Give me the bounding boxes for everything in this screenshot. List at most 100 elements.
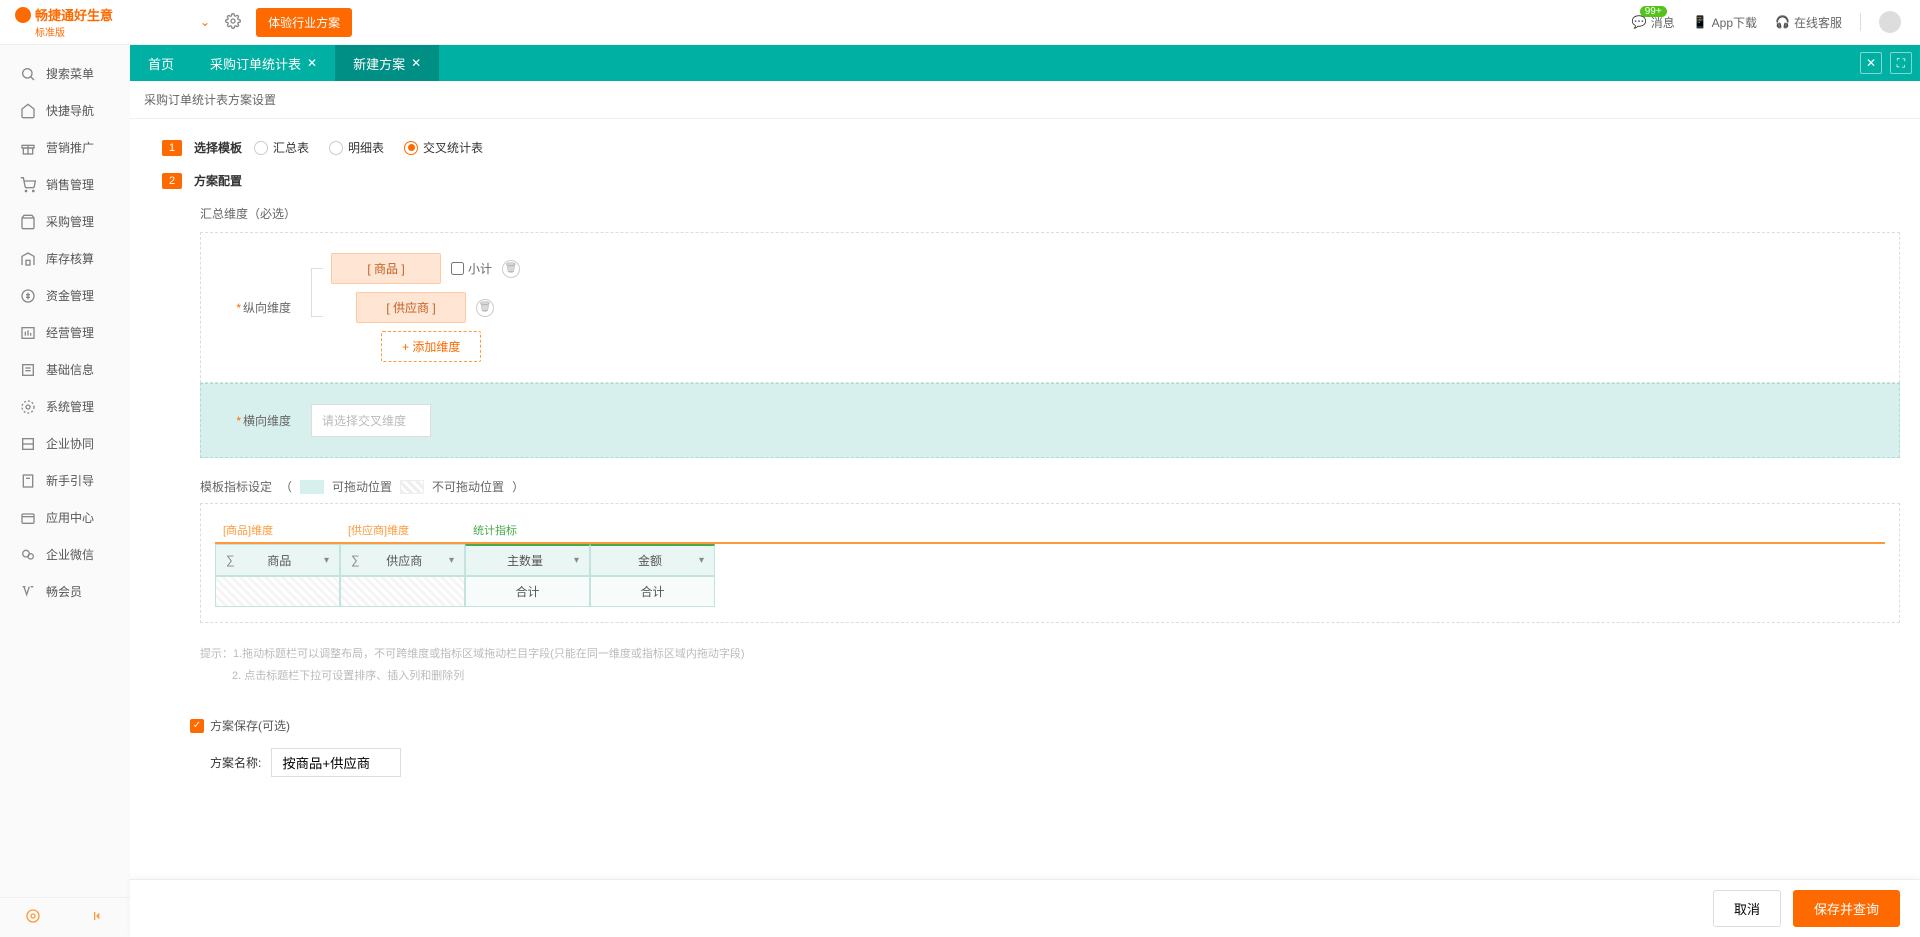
sidebar-item-label: 经营管理 [46,324,94,341]
sidebar-item-12[interactable]: 应用中心 [0,499,130,536]
messages-button[interactable]: 💬 消息 99+ [1632,14,1675,31]
tab-0[interactable]: 首页 [130,45,192,81]
add-dimension-button[interactable]: + 添加维度 [381,331,481,362]
sidebar-item-label: 基础信息 [46,361,94,378]
chevron-down-icon[interactable]: ⌄ [200,15,210,29]
total-cell-empty [215,576,340,607]
template-radio-2[interactable]: 交叉统计表 [404,139,483,156]
experience-plan-button[interactable]: 体验行业方案 [256,8,352,37]
avatar-icon [1879,11,1901,33]
sidebar-item-label: 采购管理 [46,213,94,230]
chevron-down-icon[interactable]: ▾ [574,555,579,566]
app-header: 畅捷通好生意 标准版 ⌄ 体验行业方案 💬 消息 99+ 📱 App下载 🎧 在… [0,0,1920,45]
info-icon [20,362,36,378]
sidebar-item-13[interactable]: 企业微信 [0,536,130,573]
tab-2[interactable]: 新建方案✕ [335,45,439,81]
money-icon [20,288,36,304]
close-all-tabs-button[interactable]: ✕ [1860,52,1882,74]
close-icon[interactable]: ✕ [411,56,421,70]
online-service-button[interactable]: 🎧 在线客服 [1775,14,1842,31]
total-cell-amount: 合计 [590,576,715,607]
subtotal-checkbox[interactable]: 小计 [451,260,492,277]
sidebar-item-label: 应用中心 [46,509,94,526]
col-header-product[interactable]: ∑商品▾ [215,544,340,576]
group-header-stat: 统计指标 [465,518,525,542]
sidebar-item-label: 企业微信 [46,546,94,563]
tab-bar: 首页采购订单统计表✕新建方案✕ ✕ ⛶ [130,45,1920,81]
sidebar-item-label: 销售管理 [46,176,94,193]
group-header-supplier: [供应商]维度 [340,518,465,542]
gift-icon [20,140,36,156]
tab-1[interactable]: 采购订单统计表✕ [192,45,335,81]
sidebar-item-label: 库存核算 [46,250,94,267]
step-1-title: 选择模板 [194,139,242,156]
message-icon: 💬 [1632,15,1647,29]
delete-dimension-button[interactable]: 🗑 [502,260,520,278]
sidebar-item-7[interactable]: 经营管理 [0,314,130,351]
step-2-title: 方案配置 [194,172,242,189]
sidebar-item-11[interactable]: 新手引导 [0,462,130,499]
scheme-name-input[interactable] [271,748,401,777]
col-header-amount[interactable]: 金额▾ [590,544,715,576]
cancel-button[interactable]: 取消 [1713,890,1781,927]
legend-nondraggable-icon [400,480,424,494]
guide-icon [20,473,36,489]
save-scheme-checkbox[interactable]: ✓ [190,719,204,733]
sidebar-item-label: 系统管理 [46,398,94,415]
settings-gear-icon[interactable] [225,13,241,32]
biz-icon [20,325,36,341]
chevron-down-icon[interactable]: ▾ [699,555,704,566]
sidebar: 搜索菜单快捷导航营销推广销售管理采购管理库存核算资金管理经营管理基础信息系统管理… [0,45,130,937]
search-icon [20,66,36,82]
sidebar-item-8[interactable]: 基础信息 [0,351,130,388]
gear-icon [20,399,36,415]
close-icon[interactable]: ✕ [307,56,317,70]
message-badge: 99+ [1640,6,1667,17]
sidebar-item-label: 企业协同 [46,435,94,452]
cross-dimension-select[interactable]: 请选择交叉维度 [311,404,431,437]
user-menu[interactable] [1879,11,1905,33]
dimension-tag-product[interactable]: [ 商品 ] [331,253,441,284]
sidebar-item-label: 快捷导航 [46,102,94,119]
sidebar-item-label: 畅会员 [46,583,82,600]
sidebar-item-5[interactable]: 库存核算 [0,240,130,277]
logo-icon [15,7,31,23]
dimension-tag-supplier[interactable]: [ 供应商 ] [356,292,466,323]
radio-icon [329,141,343,155]
horizontal-dimension-block: *横向维度 请选择交叉维度 [200,383,1900,458]
template-radio-1[interactable]: 明细表 [329,139,384,156]
radio-icon [254,141,268,155]
sidebar-settings-button[interactable] [0,898,65,937]
sidebar-item-10[interactable]: 企业协同 [0,425,130,462]
sidebar-item-label: 新手引导 [46,472,94,489]
fullscreen-button[interactable]: ⛶ [1890,52,1912,74]
delete-dimension-button[interactable]: 🗑 [476,299,494,317]
sidebar-item-1[interactable]: 快捷导航 [0,92,130,129]
sidebar-item-label: 搜索菜单 [46,65,94,82]
stock-icon [20,251,36,267]
footer-actions: 取消 保存并查询 [130,879,1920,937]
sidebar-item-0[interactable]: 搜索菜单 [0,55,130,92]
sidebar-item-3[interactable]: 销售管理 [0,166,130,203]
headset-icon: 🎧 [1775,15,1790,29]
chevron-down-icon[interactable]: ▾ [449,555,454,566]
sidebar-collapse-button[interactable] [65,898,130,937]
logo: 畅捷通好生意 标准版 [15,5,130,39]
col-header-supplier[interactable]: ∑供应商▾ [340,544,465,576]
sidebar-item-6[interactable]: 资金管理 [0,277,130,314]
hints-text: 提示：1.拖动标题栏可以调整布局，不可跨维度或指标区域拖动栏目字段(只能在同一维… [200,643,1900,687]
preview-table: [商品]维度 [供应商]维度 统计指标 ∑商品▾ ∑供应商▾ 主数量▾ 金额▾ … [200,503,1900,623]
sidebar-item-2[interactable]: 营销推广 [0,129,130,166]
bag-icon [20,214,36,230]
divider [1860,13,1861,31]
template-radio-0[interactable]: 汇总表 [254,139,309,156]
sidebar-item-14[interactable]: 畅会员 [0,573,130,610]
app-download-button[interactable]: 📱 App下载 [1693,14,1757,31]
sidebar-item-9[interactable]: 系统管理 [0,388,130,425]
col-header-quantity[interactable]: 主数量▾ [465,544,590,576]
save-and-query-button[interactable]: 保存并查询 [1793,890,1900,927]
sidebar-item-4[interactable]: 采购管理 [0,203,130,240]
chevron-down-icon[interactable]: ▾ [324,555,329,566]
scheme-name-label: 方案名称: [210,754,261,771]
indicator-title: 模板指标设定 [200,478,272,495]
